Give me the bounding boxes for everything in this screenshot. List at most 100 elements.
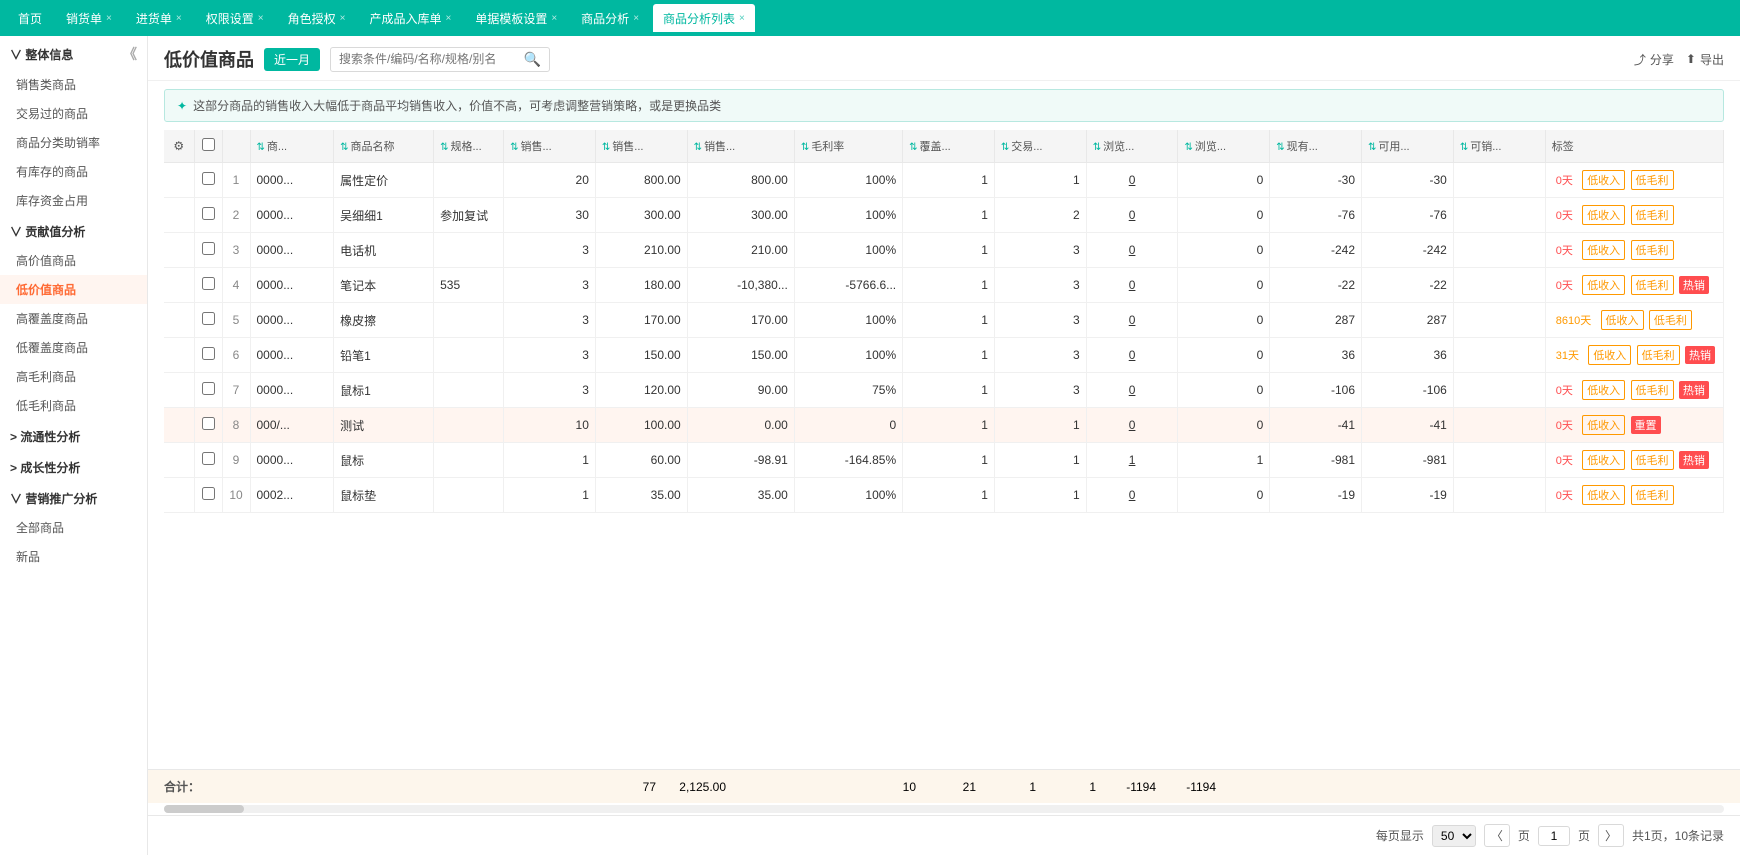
- cell-checkbox[interactable]: [194, 163, 222, 198]
- col-sales-amount[interactable]: ⇅销售...: [687, 130, 794, 163]
- sidebar-section-marketing[interactable]: ∨ 营销推广分析: [0, 482, 147, 513]
- cell-browse1[interactable]: 1: [1086, 443, 1178, 478]
- cell-settings[interactable]: [164, 303, 194, 338]
- close-icon[interactable]: ×: [633, 13, 639, 24]
- sidebar-section-circulation[interactable]: > 流通性分析: [0, 420, 147, 451]
- col-current[interactable]: ⇅现有...: [1270, 130, 1362, 163]
- col-checkbox[interactable]: [194, 130, 222, 163]
- cell-settings[interactable]: [164, 233, 194, 268]
- sidebar-item-high-margin[interactable]: 高毛利商品: [0, 362, 147, 391]
- row-checkbox[interactable]: [202, 312, 215, 325]
- row-checkbox[interactable]: [202, 277, 215, 290]
- select-all-checkbox[interactable]: [202, 138, 215, 151]
- nav-home[interactable]: 首页: [8, 4, 52, 32]
- cell-browse1[interactable]: 0: [1086, 303, 1178, 338]
- export-button[interactable]: ⬆ 导出: [1686, 51, 1724, 68]
- cell-settings[interactable]: [164, 268, 194, 303]
- cell-browse1[interactable]: 0: [1086, 163, 1178, 198]
- cell-checkbox[interactable]: [194, 233, 222, 268]
- col-sales-qty[interactable]: ⇅销售...: [504, 130, 596, 163]
- scrollbar-thumb[interactable]: [164, 805, 244, 813]
- nav-product-analysis[interactable]: 商品分析 ×: [571, 4, 649, 32]
- cell-browse1[interactable]: 0: [1086, 478, 1178, 513]
- cell-settings[interactable]: [164, 478, 194, 513]
- filter-button[interactable]: 近一月: [264, 48, 320, 71]
- row-checkbox[interactable]: [202, 242, 215, 255]
- cell-checkbox[interactable]: [194, 478, 222, 513]
- nav-template-settings[interactable]: 单据模板设置 ×: [465, 4, 567, 32]
- close-icon[interactable]: ×: [445, 13, 451, 24]
- row-checkbox[interactable]: [202, 382, 215, 395]
- close-icon[interactable]: ×: [739, 13, 745, 24]
- close-icon[interactable]: ×: [551, 13, 557, 24]
- sidebar-item-low-coverage[interactable]: 低覆盖度商品: [0, 333, 147, 362]
- row-checkbox[interactable]: [202, 487, 215, 500]
- row-checkbox[interactable]: [202, 417, 215, 430]
- sidebar-item-category-rate[interactable]: 商品分类助销率: [0, 128, 147, 157]
- cell-browse1[interactable]: 0: [1086, 408, 1178, 443]
- cell-browse1[interactable]: 0: [1086, 338, 1178, 373]
- next-page-button[interactable]: 〉: [1598, 824, 1624, 847]
- col-trade[interactable]: ⇅交易...: [994, 130, 1086, 163]
- sidebar-item-all-goods[interactable]: 全部商品: [0, 513, 147, 542]
- sidebar-item-stock-funds[interactable]: 库存资金占用: [0, 186, 147, 215]
- share-button[interactable]: ⤴ 分享: [1634, 51, 1674, 68]
- nav-purchase-order[interactable]: 进货单 ×: [126, 4, 192, 32]
- nav-permission[interactable]: 权限设置 ×: [196, 4, 274, 32]
- cell-settings[interactable]: [164, 198, 194, 233]
- row-checkbox[interactable]: [202, 207, 215, 220]
- close-icon[interactable]: ×: [258, 13, 264, 24]
- col-code[interactable]: ⇅商...: [250, 130, 334, 163]
- col-spec[interactable]: ⇅规格...: [434, 130, 504, 163]
- nav-sales-order[interactable]: 销货单 ×: [56, 4, 122, 32]
- col-gross-rate[interactable]: ⇅毛利率: [794, 130, 902, 163]
- close-icon[interactable]: ×: [340, 13, 346, 24]
- cell-checkbox[interactable]: [194, 338, 222, 373]
- cell-settings[interactable]: [164, 338, 194, 373]
- sidebar-section-overall[interactable]: ∨ 整体信息 《: [0, 36, 147, 70]
- cell-browse1[interactable]: 0: [1086, 198, 1178, 233]
- nav-finished-goods[interactable]: 产成品入库单 ×: [359, 4, 461, 32]
- col-browse1[interactable]: ⇅浏览...: [1086, 130, 1178, 163]
- sidebar-item-traded-goods[interactable]: 交易过的商品: [0, 99, 147, 128]
- cell-settings[interactable]: [164, 408, 194, 443]
- search-icon[interactable]: 🔍: [524, 51, 541, 68]
- sidebar-section-contribution[interactable]: ∨ 贡献值分析: [0, 215, 147, 246]
- sidebar-item-low-value[interactable]: 低价值商品: [0, 275, 147, 304]
- col-available[interactable]: ⇅可用...: [1362, 130, 1454, 163]
- col-coverage[interactable]: ⇅覆盖...: [903, 130, 995, 163]
- row-checkbox[interactable]: [202, 172, 215, 185]
- per-page-select[interactable]: 50: [1432, 825, 1476, 847]
- col-browse2[interactable]: ⇅浏览...: [1178, 130, 1270, 163]
- cell-settings[interactable]: [164, 443, 194, 478]
- sidebar-item-sales-goods[interactable]: 销售类商品: [0, 70, 147, 99]
- col-settings[interactable]: ⚙: [164, 130, 194, 163]
- col-name[interactable]: ⇅商品名称: [334, 130, 434, 163]
- row-checkbox[interactable]: [202, 452, 215, 465]
- cell-settings[interactable]: [164, 163, 194, 198]
- col-saleable[interactable]: ⇅可销...: [1453, 130, 1545, 163]
- nav-product-analysis-list[interactable]: 商品分析列表 ×: [653, 4, 755, 32]
- cell-browse1[interactable]: 0: [1086, 373, 1178, 408]
- prev-page-button[interactable]: 〈: [1484, 824, 1510, 847]
- cell-checkbox[interactable]: [194, 408, 222, 443]
- sidebar-item-high-value[interactable]: 高价值商品: [0, 246, 147, 275]
- collapse-icon[interactable]: 《: [123, 44, 137, 64]
- cell-checkbox[interactable]: [194, 198, 222, 233]
- close-icon[interactable]: ×: [106, 13, 112, 24]
- cell-checkbox[interactable]: [194, 268, 222, 303]
- cell-checkbox[interactable]: [194, 373, 222, 408]
- nav-role-auth[interactable]: 角色授权 ×: [278, 4, 356, 32]
- sidebar-item-high-coverage[interactable]: 高覆盖度商品: [0, 304, 147, 333]
- search-input[interactable]: [339, 52, 518, 66]
- cell-browse1[interactable]: 0: [1086, 268, 1178, 303]
- sidebar-item-low-margin[interactable]: 低毛利商品: [0, 391, 147, 420]
- row-checkbox[interactable]: [202, 347, 215, 360]
- cell-checkbox[interactable]: [194, 303, 222, 338]
- cell-settings[interactable]: [164, 373, 194, 408]
- col-sales-price[interactable]: ⇅销售...: [595, 130, 687, 163]
- page-input[interactable]: [1538, 826, 1570, 846]
- horizontal-scrollbar[interactable]: [164, 805, 1724, 813]
- table-wrapper[interactable]: ⚙ ⇅商... ⇅商品名称 ⇅规格... ⇅销售... ⇅销售... ⇅销售..…: [148, 130, 1740, 769]
- cell-browse1[interactable]: 0: [1086, 233, 1178, 268]
